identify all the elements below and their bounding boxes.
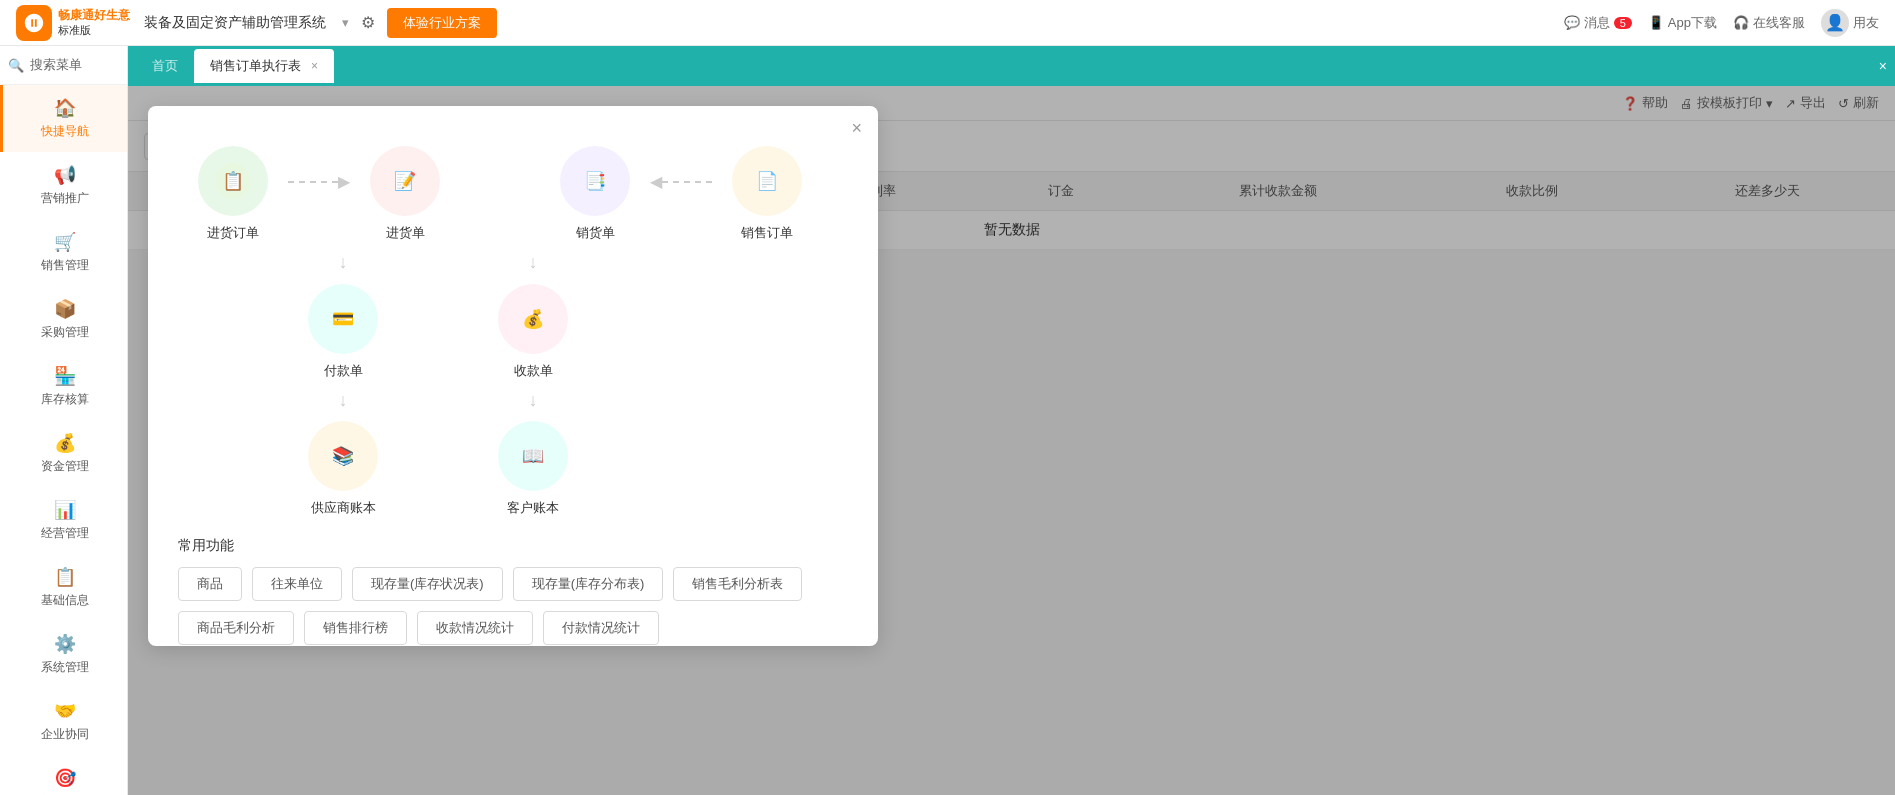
node-sales-bill[interactable]: 📑 销货单	[560, 146, 630, 242]
flow-diagram: 📋 进货订单 ▶	[178, 136, 848, 527]
node-supplier-ledger[interactable]: 📚 供应商账本	[308, 421, 378, 517]
trial-button[interactable]: 体验行业方案	[387, 8, 497, 38]
online-service-item[interactable]: 🎧 在线客服	[1733, 14, 1805, 32]
sidebar-item-purchase[interactable]: 📦 采购管理	[0, 286, 127, 353]
headset-icon: 🎧	[1733, 15, 1749, 30]
tab-close-icon[interactable]: ×	[311, 59, 318, 73]
top-bar: 畅康通好生意 标准版 装备及固定资产辅助管理系统 ▾ ⚙ 体验行业方案 💬 消息…	[0, 0, 1895, 46]
node-purchase-order[interactable]: 📋 进货订单	[198, 146, 268, 242]
sidebar-item-sales[interactable]: 🛒 销售管理	[0, 219, 127, 286]
func-btn-7[interactable]: 收款情况统计	[417, 611, 533, 645]
sidebar-search[interactable]: 🔍 搜索菜单	[0, 46, 127, 85]
svg-text:📋: 📋	[222, 170, 245, 192]
close-icon[interactable]: ×	[851, 118, 862, 139]
node-purchase-bill[interactable]: 📝 进货单	[370, 146, 440, 242]
func-btn-4[interactable]: 销售毛利分析表	[673, 567, 802, 601]
avatar: 👤	[1821, 9, 1849, 37]
basic-info-icon: 📋	[54, 566, 76, 588]
tab-home[interactable]: 首页	[136, 49, 194, 83]
sales-icon: 🛒	[54, 231, 76, 253]
svg-text:📑: 📑	[584, 170, 607, 192]
svg-text:📚: 📚	[332, 445, 355, 467]
payment-icon: 💳	[308, 284, 378, 354]
func-btn-1[interactable]: 往来单位	[252, 567, 342, 601]
svg-text:💳: 💳	[332, 308, 355, 330]
tab-bar-close[interactable]: ×	[1871, 58, 1887, 74]
sales-order-icon: 📄	[732, 146, 802, 216]
newbie-icon: 🎯	[54, 767, 76, 789]
sidebar-item-finance[interactable]: 💰 资金管理	[0, 420, 127, 487]
finance-icon: 💰	[54, 432, 76, 454]
receipt-icon: 💰	[498, 284, 568, 354]
sidebar-item-newbie[interactable]: 🎯 新手引导	[0, 755, 127, 795]
sidebar-item-cooperation[interactable]: 🤝 企业协同	[0, 688, 127, 755]
settings-icon[interactable]: ⚙	[361, 13, 375, 32]
func-btn-2[interactable]: 现存量(库存状况表)	[352, 567, 503, 601]
top-bar-right: 💬 消息 5 📱 App下载 🎧 在线客服 👤 用友	[1564, 9, 1879, 37]
func-btn-3[interactable]: 现存量(库存分布表)	[513, 567, 664, 601]
app-container: 畅康通好生意 标准版 装备及固定资产辅助管理系统 ▾ ⚙ 体验行业方案 💬 消息…	[0, 0, 1895, 795]
sidebar-item-system[interactable]: ⚙️ 系统管理	[0, 621, 127, 688]
cooperation-icon: 🤝	[54, 700, 76, 722]
purchase-bill-icon: 📝	[370, 146, 440, 216]
phone-icon: 📱	[1648, 15, 1664, 30]
sidebar-item-basic-info[interactable]: 📋 基础信息	[0, 554, 127, 621]
inventory-icon: 🏪	[54, 365, 76, 387]
app-download-item[interactable]: 📱 App下载	[1648, 14, 1717, 32]
sidebar-item-quick-nav[interactable]: 🏠 快捷导航	[0, 85, 127, 152]
sidebar-item-operations[interactable]: 📊 经营管理	[0, 487, 127, 554]
func-btn-5[interactable]: 商品毛利分析	[178, 611, 294, 645]
logo-icon	[16, 5, 52, 41]
svg-text:📖: 📖	[522, 445, 545, 467]
logo-area: 畅康通好生意 标准版	[16, 5, 144, 41]
top-bar-left: 装备及固定资产辅助管理系统 ▾ ⚙ 体验行业方案	[144, 8, 497, 38]
operations-icon: 📊	[54, 499, 76, 521]
tab-bar: 首页 销售订单执行表 × ×	[128, 46, 1895, 86]
node-customer-ledger[interactable]: 📖 客户账本	[498, 421, 568, 517]
page-content: ❓ 帮助 🖨 按模板打印 ▾ ↗ 导出 ↺ 刷新	[128, 86, 1895, 795]
func-btn-8[interactable]: 付款情况统计	[543, 611, 659, 645]
message-badge: 5	[1614, 17, 1632, 29]
node-sales-order[interactable]: 📄 销售订单	[732, 146, 802, 242]
svg-text:💰: 💰	[522, 308, 545, 330]
sidebar-item-inventory[interactable]: 🏪 库存核算	[0, 353, 127, 420]
logo-text: 畅康通好生意 标准版	[58, 8, 130, 38]
main-area: 🔍 搜索菜单 🏠 快捷导航 📢 营销推广 🛒 销售管理 📦 采购管理 🏪	[0, 46, 1895, 795]
common-functions-title: 常用功能	[178, 537, 848, 555]
search-icon: 🔍	[8, 58, 24, 73]
home-icon: 🏠	[54, 97, 76, 119]
customer-ledger-icon: 📖	[498, 421, 568, 491]
system-title: 装备及固定资产辅助管理系统	[144, 14, 326, 32]
modal-overlay[interactable]: × 📋 进货订单	[128, 86, 1895, 795]
sales-bill-icon: 📑	[560, 146, 630, 216]
marketing-icon: 📢	[54, 164, 76, 186]
node-payment[interactable]: 💳 付款单	[308, 284, 378, 380]
supplier-ledger-icon: 📚	[308, 421, 378, 491]
sidebar-item-marketing[interactable]: 📢 营销推广	[0, 152, 127, 219]
content-area: 首页 销售订单执行表 × × ❓ 帮助	[128, 46, 1895, 795]
function-grid: 商品 往来单位 现存量(库存状况表) 现存量(库存分布表) 销售毛利分析表 商品…	[178, 567, 848, 645]
func-btn-6[interactable]: 销售排行榜	[304, 611, 407, 645]
quick-guide-panel: × 📋 进货订单	[148, 106, 878, 646]
tab-sales-order[interactable]: 销售订单执行表 ×	[194, 49, 334, 83]
node-receipt[interactable]: 💰 收款单	[498, 284, 568, 380]
message-item[interactable]: 💬 消息 5	[1564, 14, 1632, 32]
func-btn-0[interactable]: 商品	[178, 567, 242, 601]
svg-text:📄: 📄	[756, 170, 779, 192]
sidebar: 🔍 搜索菜单 🏠 快捷导航 📢 营销推广 🛒 销售管理 📦 采购管理 🏪	[0, 46, 128, 795]
dropdown-arrow-icon[interactable]: ▾	[342, 15, 349, 30]
system-icon: ⚙️	[54, 633, 76, 655]
user-item[interactable]: 👤 用友	[1821, 9, 1879, 37]
svg-text:📝: 📝	[394, 170, 417, 192]
common-functions: 常用功能 商品 往来单位 现存量(库存状况表) 现存量(库存分布表) 销售毛利分…	[178, 537, 848, 645]
purchase-order-icon: 📋	[198, 146, 268, 216]
main-close-icon: ×	[1879, 58, 1887, 74]
purchase-icon: 📦	[54, 298, 76, 320]
message-icon: 💬	[1564, 15, 1580, 30]
